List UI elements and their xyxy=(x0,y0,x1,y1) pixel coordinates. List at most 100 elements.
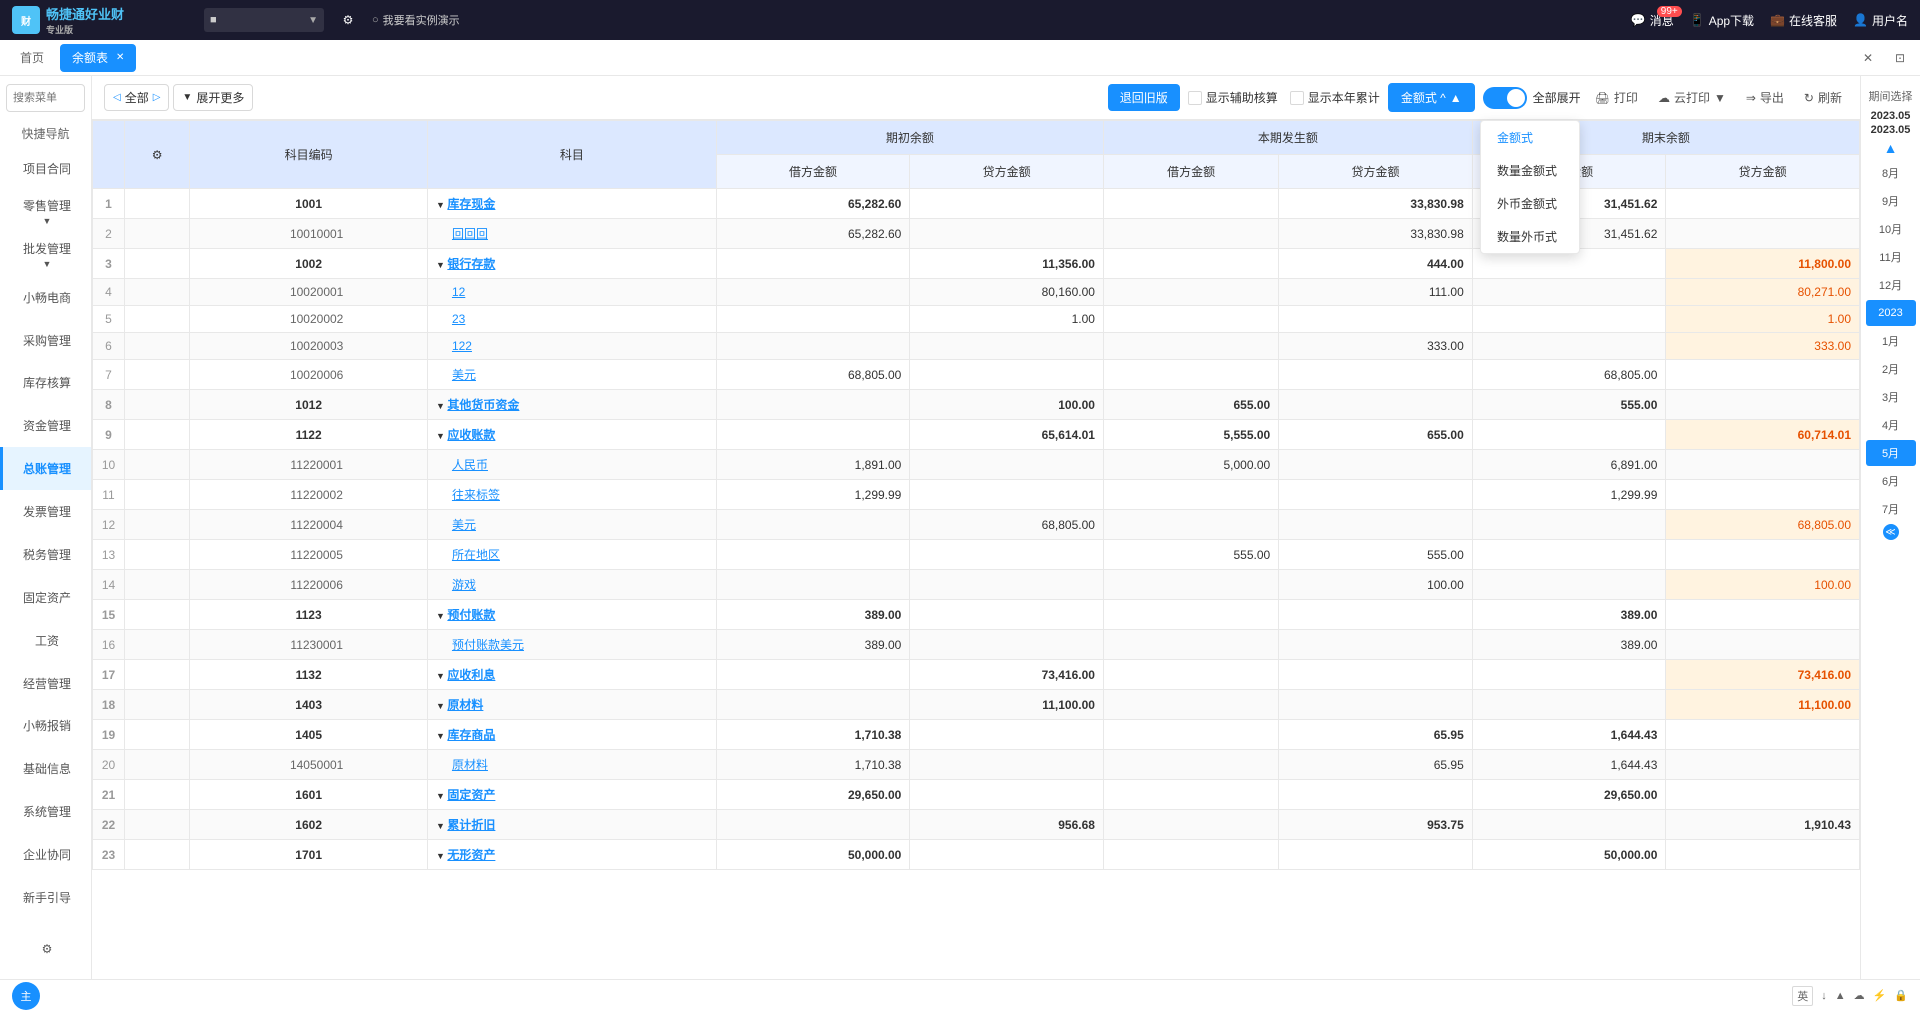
period-month-10[interactable]: 10月 xyxy=(1866,216,1916,242)
menu-item-foreign-amount[interactable]: 外币金额式 xyxy=(1481,187,1579,220)
sidebar-search-input[interactable] xyxy=(6,84,85,112)
table-row[interactable]: 1211220004美元68,805.0068,805.00 xyxy=(93,510,1860,540)
table-row[interactable]: 231701▼ 无形资产50,000.0050,000.00 xyxy=(93,840,1860,870)
cloud-print-btn[interactable]: ☁ 云打印 ▼ xyxy=(1652,85,1732,110)
table-row-settings[interactable] xyxy=(125,420,190,450)
table-row-subject[interactable]: 所在地区 xyxy=(427,540,716,570)
period-year-2023[interactable]: 2023 xyxy=(1866,300,1916,326)
table-row-subject[interactable]: ▼ 应收利息 xyxy=(427,660,716,690)
table-row[interactable]: 710020006美元68,805.0068,805.00 xyxy=(93,360,1860,390)
table-row-settings[interactable] xyxy=(125,219,190,249)
table-row-settings[interactable] xyxy=(125,279,190,306)
menu-item-quantity-foreign[interactable]: 数量外币式 xyxy=(1481,220,1579,253)
tab-home[interactable]: 首页 xyxy=(8,44,56,72)
table-row-subject[interactable]: 美元 xyxy=(427,360,716,390)
sidebar-item-ecommerce[interactable]: 小畅电商 xyxy=(0,276,91,319)
table-row-settings[interactable] xyxy=(125,570,190,600)
table-row-subject[interactable]: ▼ 应收账款 xyxy=(427,420,716,450)
period-month-11[interactable]: 11月 xyxy=(1866,244,1916,270)
table-row[interactable]: 2014050001原材料1,710.3865.951,644.43 xyxy=(93,750,1860,780)
filter-expand-btn[interactable]: ▼ 展开更多 xyxy=(173,84,253,111)
table-row-subject[interactable]: 美元 xyxy=(427,510,716,540)
app-download-btn[interactable]: 📱 App下载 xyxy=(1690,12,1754,29)
status-main-btn[interactable]: 主 xyxy=(12,982,40,1010)
table-row[interactable]: 1411220006游戏100.00100.00 xyxy=(93,570,1860,600)
window-settings-btn[interactable]: ⚙ xyxy=(336,8,360,32)
sidebar-item-inventory[interactable]: 库存核算 xyxy=(0,362,91,405)
menu-item-amount[interactable]: 金额式 xyxy=(1481,121,1579,154)
messages-btn[interactable]: 💬 消息 99+ xyxy=(1631,12,1674,29)
sidebar-item-expense[interactable]: 小畅报销 xyxy=(0,705,91,748)
sidebar-item-tax[interactable]: 税务管理 xyxy=(0,533,91,576)
table-row-subject[interactable]: ▼ 无形资产 xyxy=(427,840,716,870)
table-row-settings[interactable] xyxy=(125,480,190,510)
table-row-settings[interactable] xyxy=(125,510,190,540)
table-row-subject[interactable]: 12 xyxy=(427,279,716,306)
online-service-btn[interactable]: 💼 在线客服 xyxy=(1770,12,1837,29)
table-row-settings[interactable] xyxy=(125,720,190,750)
sidebar-item-invoice[interactable]: 发票管理 xyxy=(0,490,91,533)
period-up-arrow[interactable]: ▲ xyxy=(1882,138,1900,158)
period-month-9[interactable]: 9月 xyxy=(1866,188,1916,214)
year-checkbox[interactable] xyxy=(1290,91,1304,105)
show-year-check[interactable]: 显示本年累计 xyxy=(1290,89,1380,106)
period-month-12[interactable]: 12月 xyxy=(1866,272,1916,298)
period-month-1[interactable]: 1月 xyxy=(1866,328,1916,354)
tab-action-close[interactable]: ✕ xyxy=(1856,46,1880,70)
table-row-subject[interactable]: 回回回 xyxy=(427,219,716,249)
table-row-subject[interactable]: 人民币 xyxy=(427,450,716,480)
period-month-7[interactable]: 7月 xyxy=(1866,496,1916,522)
table-row[interactable]: 510020002231.001.00 xyxy=(93,306,1860,333)
table-row-settings[interactable] xyxy=(125,780,190,810)
user-avatar[interactable]: 👤 用户名 xyxy=(1853,12,1908,29)
table-row-subject[interactable]: ▼ 预付账款 xyxy=(427,600,716,630)
table-row[interactable]: 171132▼ 应收利息73,416.0073,416.00 xyxy=(93,660,1860,690)
table-row-settings[interactable] xyxy=(125,360,190,390)
export-btn[interactable]: ⇒ 导出 xyxy=(1740,85,1790,110)
sidebar-item-assets[interactable]: 固定资产 xyxy=(0,576,91,619)
expand-toggle[interactable] xyxy=(1483,87,1527,109)
sidebar-item-system[interactable]: 系统管理 xyxy=(0,790,91,833)
period-month-4[interactable]: 4月 xyxy=(1866,412,1916,438)
period-collapse-btn[interactable]: ≪ xyxy=(1883,524,1899,540)
table-row-subject[interactable]: 游戏 xyxy=(427,570,716,600)
filter-all-btn[interactable]: ◁ 全部 ▷ xyxy=(104,84,169,111)
period-month-8[interactable]: 8月 xyxy=(1866,160,1916,186)
table-row[interactable]: 91122▼ 应收账款65,614.015,555.00655.0060,714… xyxy=(93,420,1860,450)
table-row-subject[interactable]: 预付账款美元 xyxy=(427,630,716,660)
return-old-btn[interactable]: 退回旧版 xyxy=(1108,84,1180,111)
table-row-subject[interactable]: 122 xyxy=(427,333,716,360)
sidebar-item-capital[interactable]: 资金管理 xyxy=(0,404,91,447)
table-row[interactable]: 4100200011280,160.00111.0080,271.00 xyxy=(93,279,1860,306)
status-lang[interactable]: 英 xyxy=(1792,986,1813,1006)
table-row-settings[interactable] xyxy=(125,630,190,660)
sidebar-item-collab[interactable]: 企业协同 xyxy=(0,833,91,876)
table-row-subject[interactable]: 23 xyxy=(427,306,716,333)
sidebar-item-purchase[interactable]: 采购管理 xyxy=(0,319,91,362)
table-row[interactable]: 31002▼ 银行存款11,356.00444.0011,800.00 xyxy=(93,249,1860,279)
period-month-5[interactable]: 5月 xyxy=(1866,440,1916,466)
table-row-subject[interactable]: ▼ 原材料 xyxy=(427,690,716,720)
demo-btn[interactable]: ○ 我要看实例演示 xyxy=(372,12,460,28)
table-row[interactable]: 1011220001人民币1,891.005,000.006,891.00 xyxy=(93,450,1860,480)
sidebar-item-retail[interactable]: 零售管理 ▼ xyxy=(0,190,91,233)
table-row-settings[interactable] xyxy=(125,249,190,279)
sidebar-item-salary[interactable]: 工资 xyxy=(0,619,91,662)
table-row-subject[interactable]: 原材料 xyxy=(427,750,716,780)
menu-item-quantity-amount[interactable]: 数量金额式 xyxy=(1481,154,1579,187)
table-row-settings[interactable] xyxy=(125,810,190,840)
table-row[interactable]: 211601▼ 固定资产29,650.0029,650.00 xyxy=(93,780,1860,810)
sidebar-item-wholesale[interactable]: 批发管理 ▼ xyxy=(0,233,91,276)
th-settings[interactable]: ⚙ xyxy=(125,121,190,189)
table-row[interactable]: 181403▼ 原材料11,100.0011,100.00 xyxy=(93,690,1860,720)
table-row-settings[interactable] xyxy=(125,450,190,480)
table-row-settings[interactable] xyxy=(125,306,190,333)
tab-balance-close[interactable]: ✕ xyxy=(116,52,124,63)
sidebar-item-operation[interactable]: 经营管理 xyxy=(0,662,91,705)
sidebar-item-settings[interactable]: ⚙ xyxy=(0,927,91,971)
sidebar-item-base[interactable]: 基础信息 xyxy=(0,747,91,790)
table-row-subject[interactable]: ▼ 库存现金 xyxy=(427,189,716,219)
table-row[interactable]: 1111220002往来标签1,299.991,299.99 xyxy=(93,480,1860,510)
period-month-2[interactable]: 2月 xyxy=(1866,356,1916,382)
table-row-subject[interactable]: ▼ 固定资产 xyxy=(427,780,716,810)
